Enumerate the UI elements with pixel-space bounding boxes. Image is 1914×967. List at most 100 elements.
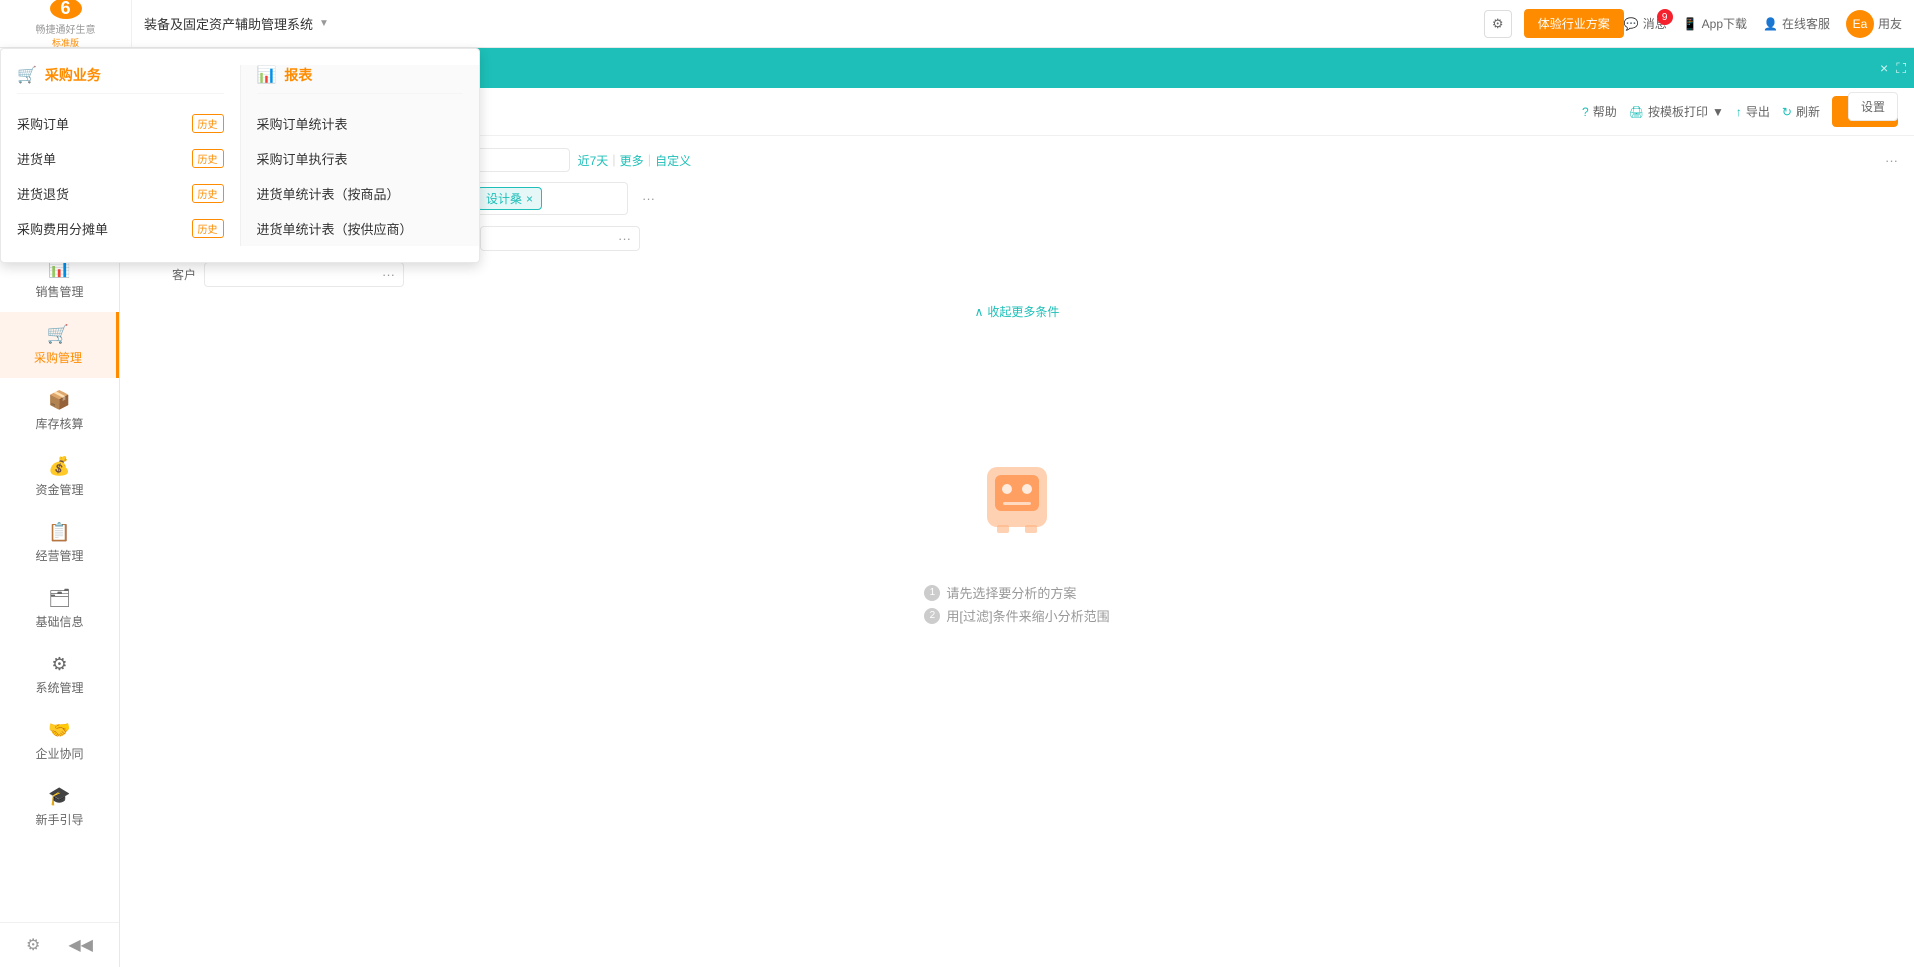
customer-select[interactable]: ··· bbox=[204, 262, 404, 287]
print-arrow: ▼ bbox=[1712, 105, 1724, 119]
empty-text: 1 请先选择要分析的方案 2 用[过滤]条件来缩小分析范围 bbox=[924, 583, 1109, 629]
menu-item-po-exec[interactable]: 采购订单执行表 bbox=[257, 141, 464, 176]
finance-icon: 💰 bbox=[48, 456, 70, 477]
message-badge: 9 bbox=[1657, 9, 1673, 25]
message-btn[interactable]: 💬 消息 9 bbox=[1624, 15, 1667, 32]
user-area[interactable]: Ea 用友 bbox=[1846, 10, 1902, 38]
menu-item-po-stats[interactable]: 采购订单统计表 bbox=[257, 106, 464, 141]
tab-expand-btn[interactable]: ⛶ bbox=[1896, 60, 1906, 77]
enterprise-icon: 🤝 bbox=[48, 720, 70, 741]
goods-dots[interactable]: ··· bbox=[642, 191, 655, 206]
service-icon: 👤 bbox=[1763, 17, 1778, 31]
help-icon: ? bbox=[1582, 105, 1589, 119]
settings-filter-btn[interactable]: 设置 bbox=[1848, 92, 1898, 121]
beginner-icon: 🎓 bbox=[48, 786, 70, 807]
logo-area: 6 畅捷通好生意 标准版 bbox=[12, 0, 132, 47]
logo-char: 6 bbox=[60, 0, 70, 19]
collapse-label: 收起更多条件 bbox=[987, 303, 1059, 320]
export-icon: ↑ bbox=[1736, 105, 1742, 119]
history-badge-po[interactable]: 历史 bbox=[192, 114, 224, 133]
step2: 2 bbox=[924, 608, 940, 624]
goods-tag-close[interactable]: × bbox=[526, 192, 533, 206]
salesman-dots[interactable]: ··· bbox=[618, 231, 631, 246]
help-btn[interactable]: ? 帮助 bbox=[1582, 103, 1617, 120]
system-icon: ⚙ bbox=[51, 654, 67, 675]
step1: 1 bbox=[924, 585, 940, 601]
empty-illustration bbox=[957, 447, 1077, 567]
refresh-icon: ↻ bbox=[1782, 105, 1792, 119]
sidebar-label-sales: 销售管理 bbox=[35, 283, 83, 300]
print-icon: 🖨 bbox=[1629, 105, 1644, 119]
settings-filter-area: 设置 bbox=[1848, 88, 1898, 121]
goods-tag: 设计桑 × bbox=[477, 187, 542, 210]
customer-label: 客户 bbox=[136, 266, 196, 283]
sidebar-label-enterprise: 企业协同 bbox=[35, 745, 83, 762]
online-service-btn[interactable]: 👤 在线客服 bbox=[1763, 15, 1830, 32]
collapse-btn[interactable]: ∧ 收起更多条件 bbox=[136, 297, 1898, 326]
sidebar-bottom: ⚙ ◀◀ bbox=[0, 922, 119, 967]
sidebar-label-purchase: 采购管理 bbox=[34, 349, 82, 366]
industry-btn[interactable]: 体验行业方案 bbox=[1524, 9, 1624, 38]
sidebar-item-operations[interactable]: 📋 经营管理 bbox=[0, 510, 119, 576]
avatar: Ea bbox=[1846, 10, 1874, 38]
date-shortcuts: 近7天 | 更多 | 自定义 bbox=[578, 152, 692, 169]
sidebar-label-beginner: 新手引导 bbox=[35, 811, 83, 828]
header-right: 💬 消息 9 📱 App下载 👤 在线客服 Ea 用友 bbox=[1624, 10, 1902, 38]
purchase-col2-icon: 📊 bbox=[257, 65, 277, 85]
collapse-arrow: ∧ bbox=[975, 305, 984, 319]
purchase-col1-title: 🛒 采购业务 bbox=[17, 65, 224, 94]
export-btn[interactable]: ↑ 导出 bbox=[1736, 103, 1770, 120]
app-download-btn[interactable]: 📱 App下载 bbox=[1683, 15, 1747, 32]
purchase-col2-title: 📊 报表 bbox=[257, 65, 464, 94]
inventory-icon: 📦 bbox=[48, 390, 70, 411]
purchase-dropdown-menu: 🛒 采购业务 采购订单 历史 进货单 历史 进货退货 历史 采购费用分摊单 历史… bbox=[0, 48, 480, 263]
menu-item-receipt-stats-supplier[interactable]: 进货单统计表（按供应商） bbox=[257, 211, 464, 246]
sidebar-label-finance: 资金管理 bbox=[35, 481, 83, 498]
tab-bar-right: × ⛶ bbox=[1880, 60, 1906, 77]
basicinfo-icon: 🗂 bbox=[48, 588, 71, 609]
settings-icon-btn[interactable]: ⚙ bbox=[1484, 10, 1512, 38]
history-badge-receipt[interactable]: 历史 bbox=[192, 149, 224, 168]
operations-icon: 📋 bbox=[48, 522, 70, 543]
sidebar-item-inventory[interactable]: 📦 库存核算 bbox=[0, 378, 119, 444]
history-badge-expense[interactable]: 历史 bbox=[192, 219, 224, 238]
shortcut-custom[interactable]: 自定义 bbox=[655, 152, 691, 169]
menu-item-return[interactable]: 进货退货 历史 bbox=[17, 176, 224, 211]
customer-dots[interactable]: ··· bbox=[382, 267, 395, 282]
sidebar-label-basicinfo: 基础信息 bbox=[35, 613, 83, 630]
sidebar-item-system[interactable]: ⚙ 系统管理 bbox=[0, 642, 119, 708]
menu-item-expense[interactable]: 采购费用分摊单 历史 bbox=[17, 211, 224, 246]
purchase-icon: 🛒 bbox=[47, 324, 69, 345]
online-service-label: 在线客服 bbox=[1782, 15, 1830, 32]
menu-item-receipt-stats-goods[interactable]: 进货单统计表（按商品） bbox=[257, 176, 464, 211]
top-header: 6 畅捷通好生意 标准版 装备及固定资产辅助管理系统 ▼ ⚙ 体验行业方案 💬 … bbox=[0, 0, 1914, 48]
shortcut-7days[interactable]: 近7天 bbox=[578, 152, 609, 169]
refresh-btn[interactable]: ↻ 刷新 bbox=[1782, 103, 1820, 120]
sidebar-item-purchase[interactable]: 🛒 采购管理 bbox=[0, 312, 119, 378]
date-row-dots[interactable]: ··· bbox=[1885, 153, 1898, 168]
logo-text: 畅捷通好生意 bbox=[36, 21, 96, 36]
sidebar-item-finance[interactable]: 💰 资金管理 bbox=[0, 444, 119, 510]
system-name-arrow[interactable]: ▼ bbox=[319, 18, 329, 29]
goods-filter[interactable]: 设计桑 × bbox=[468, 182, 628, 215]
menu-item-receipt[interactable]: 进货单 历史 bbox=[17, 141, 224, 176]
sidebar-label-operations: 经营管理 bbox=[35, 547, 83, 564]
bottom-collapse-btn[interactable]: ◀◀ bbox=[68, 935, 93, 955]
shortcut-more[interactable]: 更多 bbox=[620, 152, 644, 169]
menu-item-po[interactable]: 采购订单 历史 bbox=[17, 106, 224, 141]
tab-close-all-btn[interactable]: × bbox=[1880, 60, 1888, 76]
sidebar-label-system: 系统管理 bbox=[35, 679, 83, 696]
purchase-col2: 📊 报表 采购订单统计表 采购订单执行表 进货单统计表（按商品） 进货单统计表（… bbox=[240, 65, 480, 246]
logo-icon: 6 bbox=[50, 0, 82, 19]
filter-row-customer: 客户 ··· bbox=[136, 262, 1898, 287]
sidebar-item-beginner[interactable]: 🎓 新手引导 bbox=[0, 774, 119, 840]
history-badge-return[interactable]: 历史 bbox=[192, 184, 224, 203]
template-print-btn[interactable]: 🖨 按模板打印 ▼ bbox=[1629, 103, 1724, 120]
system-title: 装备及固定资产辅助管理系统 bbox=[144, 14, 313, 33]
sidebar-item-enterprise[interactable]: 🤝 企业协同 bbox=[0, 708, 119, 774]
salesman-select[interactable]: ··· bbox=[480, 226, 640, 251]
bottom-settings-btn[interactable]: ⚙ bbox=[26, 935, 40, 955]
app-icon: 📱 bbox=[1683, 17, 1698, 31]
user-label: 用友 bbox=[1878, 15, 1902, 32]
sidebar-item-basicinfo[interactable]: 🗂 基础信息 bbox=[0, 576, 119, 642]
